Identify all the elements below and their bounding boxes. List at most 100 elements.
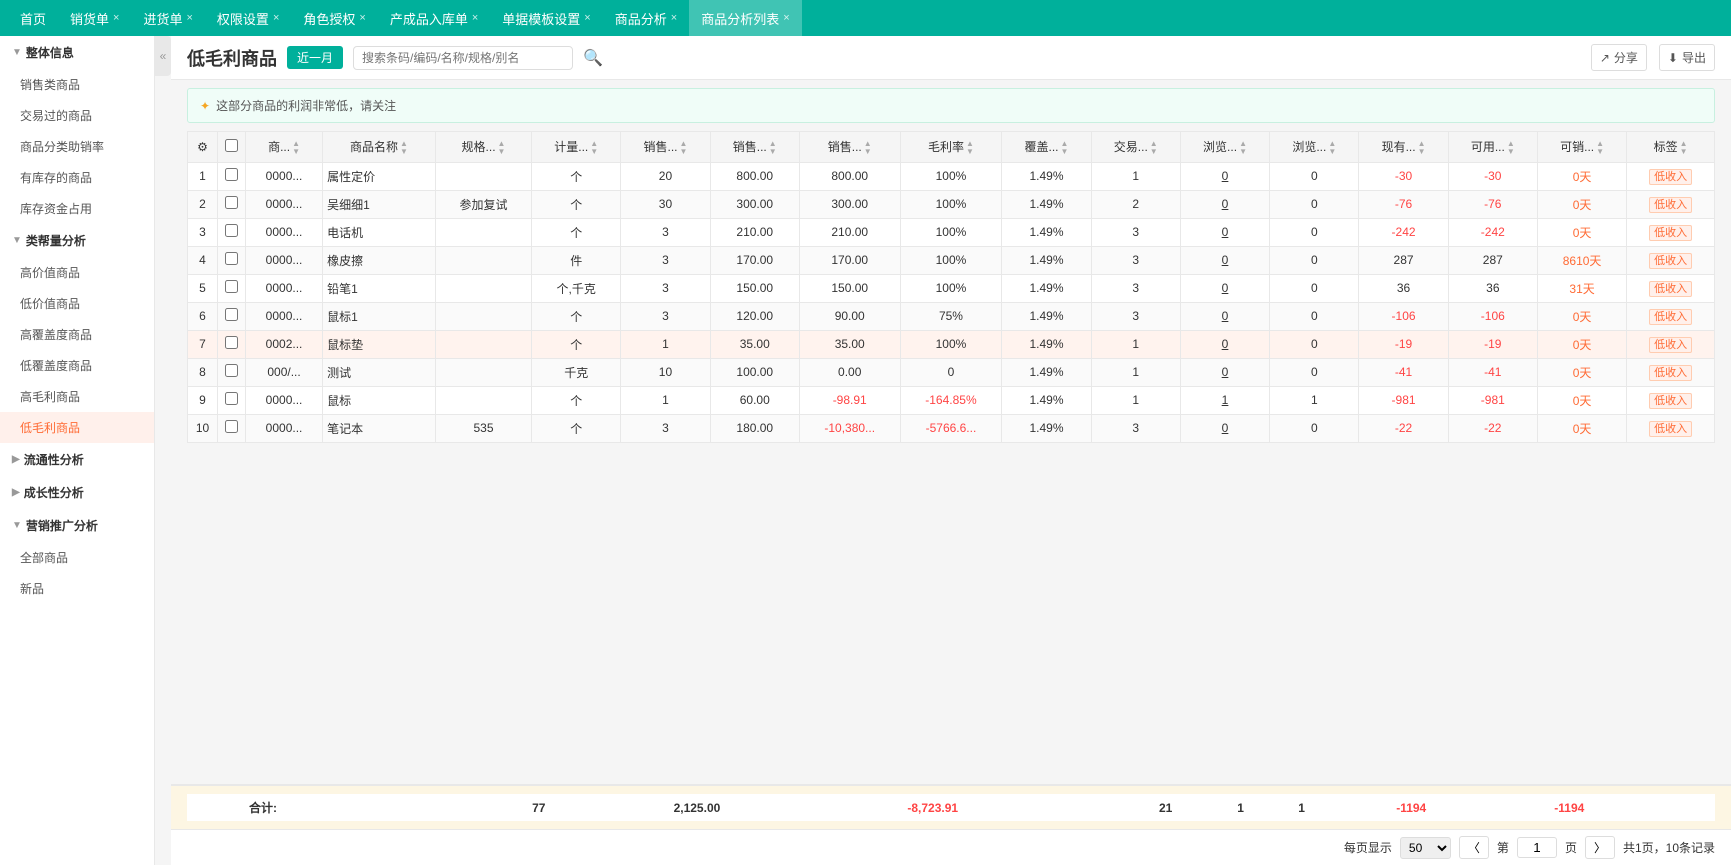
nav-sales[interactable]: 销货单 × (58, 0, 131, 36)
row-checkbox-cell[interactable] (218, 218, 246, 246)
col-sales-profit[interactable]: 销售...▲▼ (799, 132, 900, 163)
nav-permission-close[interactable]: × (273, 12, 279, 24)
nav-purchase[interactable]: 进货单 × (131, 0, 204, 36)
sidebar-item-category-rate[interactable]: 商品分类助销率 (0, 131, 154, 162)
col-transactions[interactable]: 交易...▲▼ (1091, 132, 1180, 163)
col-checkbox[interactable] (218, 132, 246, 163)
row-checkbox-cell[interactable] (218, 358, 246, 386)
sidebar-group-marketing[interactable]: ▼ 营销推广分析 (0, 509, 154, 542)
nav-analysis-list[interactable]: 商品分析列表 × (689, 0, 801, 36)
col-sales-qty[interactable]: 销售...▲▼ (621, 132, 710, 163)
sidebar-item-high-value[interactable]: 高价值商品 (0, 257, 154, 288)
browse1-link[interactable]: 0 (1222, 421, 1229, 435)
sidebar-item-low-coverage[interactable]: 低覆盖度商品 (0, 350, 154, 381)
sidebar-item-sales-goods[interactable]: 销售类商品 (0, 69, 154, 100)
browse1-link[interactable]: 0 (1222, 337, 1229, 351)
row-checkbox[interactable] (225, 364, 238, 377)
nav-analysis-list-close[interactable]: × (783, 12, 789, 24)
row-browse1[interactable]: 0 (1180, 190, 1269, 218)
sidebar-group-circulation[interactable]: ▶ 流通性分析 (0, 443, 154, 476)
row-checkbox-cell[interactable] (218, 274, 246, 302)
col-stock-now[interactable]: 现有...▲▼ (1359, 132, 1448, 163)
col-sales-amt[interactable]: 销售...▲▼ (710, 132, 799, 163)
row-checkbox-cell[interactable] (218, 414, 246, 442)
nav-analysis[interactable]: 商品分析 × (603, 0, 689, 36)
row-browse1[interactable]: 0 (1180, 162, 1269, 190)
col-name[interactable]: 商品名称▲▼ (323, 132, 436, 163)
row-browse1[interactable]: 1 (1180, 386, 1269, 414)
sidebar-group-growth[interactable]: ▶ 成长性分析 (0, 476, 154, 509)
row-checkbox[interactable] (225, 252, 238, 265)
browse1-link[interactable]: 0 (1222, 169, 1229, 183)
sidebar-group-class-analysis[interactable]: ▼ 类帮量分析 (0, 224, 154, 257)
sidebar-collapse-btn[interactable]: « (155, 36, 171, 76)
row-checkbox-cell[interactable] (218, 190, 246, 218)
nav-role-close[interactable]: × (359, 12, 365, 24)
search-button[interactable]: 🔍 (583, 48, 603, 68)
sidebar-item-new-goods[interactable]: 新品 (0, 573, 154, 604)
nav-template-close[interactable]: × (584, 12, 590, 24)
nav-product-in-close[interactable]: × (472, 12, 478, 24)
row-checkbox[interactable] (225, 280, 238, 293)
col-sellable[interactable]: 可销...▲▼ (1537, 132, 1626, 163)
row-browse1[interactable]: 0 (1180, 246, 1269, 274)
row-checkbox-cell[interactable] (218, 302, 246, 330)
col-browse1[interactable]: 浏览...▲▼ (1180, 132, 1269, 163)
row-checkbox-cell[interactable] (218, 162, 246, 190)
browse1-link[interactable]: 0 (1222, 281, 1229, 295)
sidebar-item-low-value[interactable]: 低价值商品 (0, 288, 154, 319)
row-browse1[interactable]: 0 (1180, 218, 1269, 246)
sidebar-item-all-goods[interactable]: 全部商品 (0, 542, 154, 573)
col-unit[interactable]: 计量...▲▼ (532, 132, 621, 163)
sidebar-item-high-profit[interactable]: 高毛利商品 (0, 381, 154, 412)
prev-page-btn[interactable]: 〈 (1459, 836, 1489, 859)
nav-sales-close[interactable]: × (113, 12, 119, 24)
share-button[interactable]: ↗ 分享 (1591, 44, 1647, 71)
sidebar-item-stock-funds[interactable]: 库存资金占用 (0, 193, 154, 224)
nav-permission[interactable]: 权限设置 × (205, 0, 291, 36)
col-available[interactable]: 可用...▲▼ (1448, 132, 1537, 163)
sidebar-item-low-profit[interactable]: 低毛利商品 (0, 412, 154, 443)
row-checkbox[interactable] (225, 196, 238, 209)
export-button[interactable]: ⬇ 导出 (1659, 44, 1715, 71)
row-checkbox[interactable] (225, 336, 238, 349)
row-browse1[interactable]: 0 (1180, 302, 1269, 330)
next-page-btn[interactable]: 〉 (1585, 836, 1615, 859)
row-checkbox[interactable] (225, 224, 238, 237)
browse1-link[interactable]: 0 (1222, 253, 1229, 267)
select-all-checkbox[interactable] (225, 139, 238, 152)
browse1-link[interactable]: 1 (1222, 393, 1229, 407)
row-checkbox-cell[interactable] (218, 330, 246, 358)
browse1-link[interactable]: 0 (1222, 365, 1229, 379)
nav-role[interactable]: 角色授权 × (291, 0, 377, 36)
col-settings[interactable]: ⚙ (188, 132, 218, 163)
col-tag[interactable]: 标签▲▼ (1627, 132, 1715, 163)
nav-product-in[interactable]: 产成品入库单 × (378, 0, 490, 36)
row-checkbox-cell[interactable] (218, 386, 246, 414)
browse1-link[interactable]: 0 (1222, 225, 1229, 239)
sidebar-group-overall[interactable]: ▼ 整体信息 (0, 36, 154, 69)
sidebar-item-in-stock[interactable]: 有库存的商品 (0, 162, 154, 193)
row-checkbox[interactable] (225, 168, 238, 181)
browse1-link[interactable]: 0 (1222, 197, 1229, 211)
page-number-input[interactable] (1517, 837, 1557, 858)
nav-analysis-close[interactable]: × (671, 12, 677, 24)
search-input[interactable] (353, 46, 573, 70)
col-code[interactable]: 商...▲▼ (246, 132, 323, 163)
col-coverage[interactable]: 覆盖...▲▼ (1002, 132, 1091, 163)
row-browse1[interactable]: 0 (1180, 274, 1269, 302)
col-spec[interactable]: 规格...▲▼ (435, 132, 531, 163)
date-tag-btn[interactable]: 近一月 (287, 46, 343, 69)
browse1-link[interactable]: 0 (1222, 309, 1229, 323)
per-page-select[interactable]: 50 100 200 (1400, 837, 1451, 859)
row-checkbox[interactable] (225, 420, 238, 433)
col-browse2[interactable]: 浏览...▲▼ (1270, 132, 1359, 163)
col-gross-rate[interactable]: 毛利率▲▼ (900, 132, 1002, 163)
row-browse1[interactable]: 0 (1180, 358, 1269, 386)
row-checkbox[interactable] (225, 308, 238, 321)
sidebar-item-traded-goods[interactable]: 交易过的商品 (0, 100, 154, 131)
sidebar-item-high-coverage[interactable]: 高覆盖度商品 (0, 319, 154, 350)
nav-purchase-close[interactable]: × (186, 12, 192, 24)
nav-template[interactable]: 单据模板设置 × (490, 0, 602, 36)
row-browse1[interactable]: 0 (1180, 414, 1269, 442)
